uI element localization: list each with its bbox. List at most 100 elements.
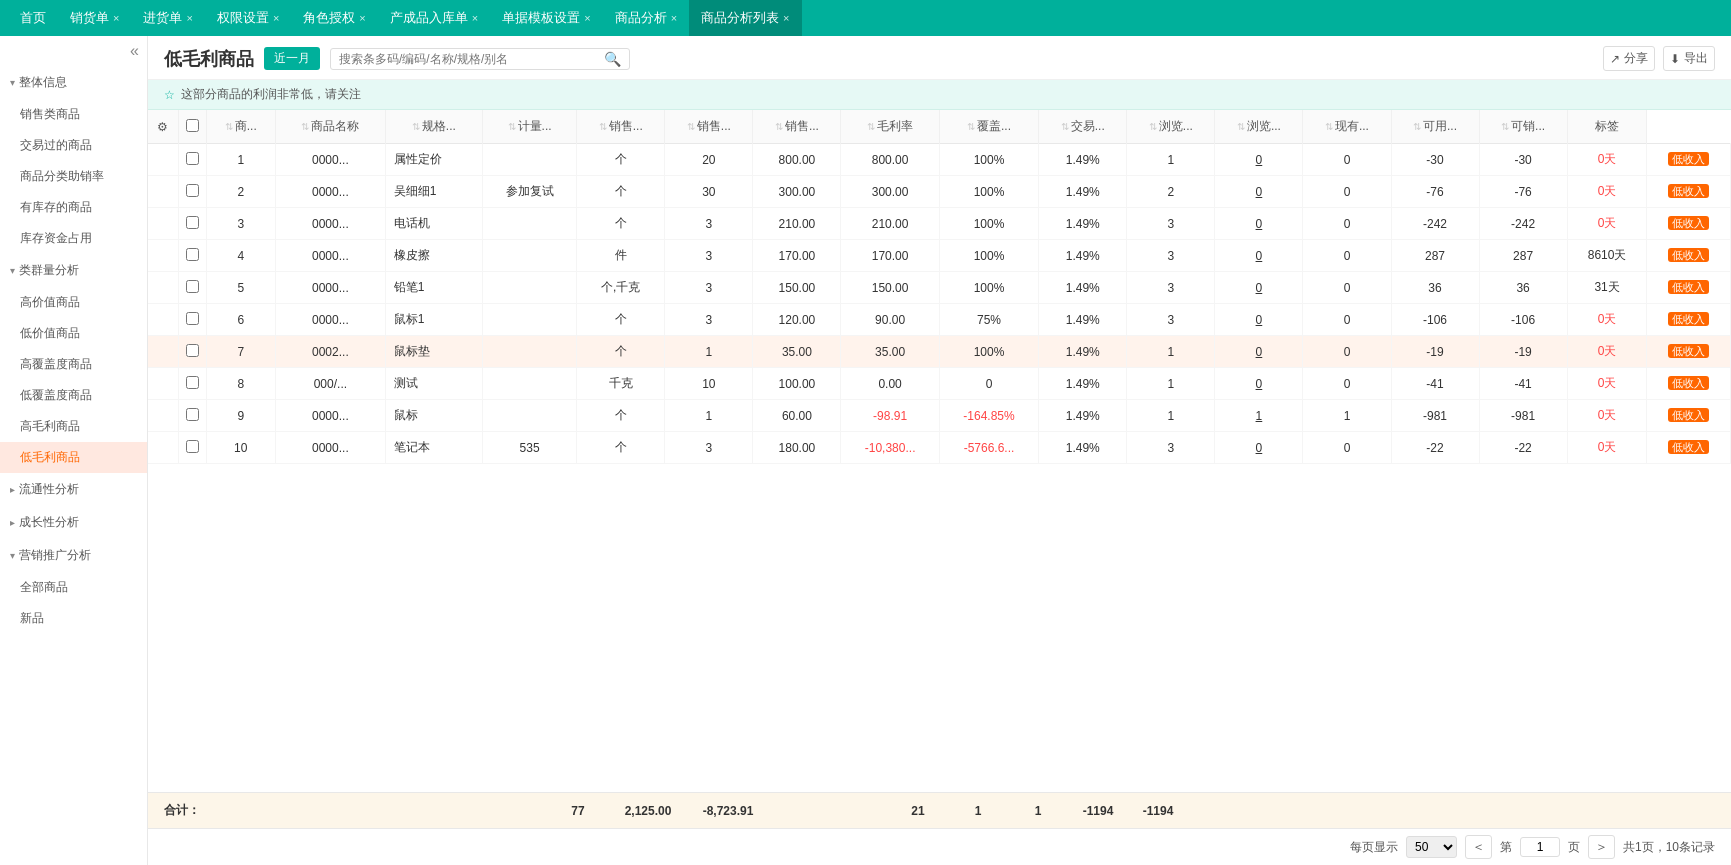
nav-product[interactable]: 产成品入库单 × — [378, 0, 490, 36]
row-browse1[interactable]: 0 — [1215, 272, 1303, 304]
share-btn[interactable]: ↗ 分享 — [1603, 46, 1655, 71]
sidebar-item-new-goods[interactable]: 新品 — [0, 603, 147, 634]
sidebar-item-category-rate[interactable]: 商品分类助销率 — [0, 161, 147, 192]
sidebar-item-low-coverage[interactable]: 低覆盖度商品 — [0, 380, 147, 411]
row-checkbox[interactable] — [178, 368, 206, 400]
row-settings — [148, 272, 178, 304]
nav-role[interactable]: 角色授权 × — [291, 0, 377, 36]
col-browse2[interactable]: ⇅浏览... — [1215, 110, 1303, 144]
row-checkbox[interactable] — [178, 144, 206, 176]
row-trade: 3 — [1127, 240, 1215, 272]
col-sales-amount[interactable]: ⇅销售... — [753, 110, 841, 144]
row-select-checkbox[interactable] — [186, 408, 199, 421]
nav-permission[interactable]: 权限设置 × — [205, 0, 291, 36]
col-sales-qty[interactable]: ⇅销售... — [577, 110, 665, 144]
nav-template[interactable]: 单据模板设置 × — [490, 0, 602, 36]
col-available[interactable]: ⇅可用... — [1391, 110, 1479, 144]
row-select-checkbox[interactable] — [186, 152, 199, 165]
col-gross-rate[interactable]: ⇅毛利率 — [841, 110, 939, 144]
nav-sales[interactable]: 销货单 × — [58, 0, 131, 36]
row-browse1[interactable]: 0 — [1215, 208, 1303, 240]
sidebar-group-cluster[interactable]: ▾ 类群量分析 — [0, 254, 147, 287]
filter-recent-month-btn[interactable]: 近一月 — [264, 47, 320, 70]
row-settings — [148, 304, 178, 336]
nav-product-close[interactable]: × — [472, 12, 478, 24]
nav-template-close[interactable]: × — [584, 12, 590, 24]
row-settings — [148, 240, 178, 272]
row-select-checkbox[interactable] — [186, 344, 199, 357]
row-coverage: 1.49% — [1039, 368, 1127, 400]
col-coverage[interactable]: ⇅覆盖... — [939, 110, 1038, 144]
nav-role-close[interactable]: × — [359, 12, 365, 24]
row-select-checkbox[interactable] — [186, 248, 199, 261]
sidebar-group-overall[interactable]: ▾ 整体信息 — [0, 66, 147, 99]
col-unit[interactable]: ⇅计量... — [483, 110, 577, 144]
sidebar-item-low-value[interactable]: 低价值商品 — [0, 318, 147, 349]
sidebar-collapse-btn[interactable]: « — [0, 36, 147, 66]
col-checkbox[interactable] — [178, 110, 206, 144]
col-name[interactable]: ⇅商品名称 — [276, 110, 386, 144]
page-input[interactable] — [1520, 837, 1560, 857]
table-wrapper[interactable]: ⚙ ⇅商... ⇅商品名称 ⇅规格... ⇅计量... ⇅销售... ⇅销售..… — [148, 110, 1731, 792]
sidebar-item-high-margin[interactable]: 高毛利商品 — [0, 411, 147, 442]
row-select-checkbox[interactable] — [186, 440, 199, 453]
col-code[interactable]: ⇅商... — [206, 110, 276, 144]
sidebar-item-low-margin[interactable]: 低毛利商品 — [0, 442, 147, 473]
row-checkbox[interactable] — [178, 304, 206, 336]
nav-sales-close[interactable]: × — [113, 12, 119, 24]
row-browse2: 0 — [1303, 368, 1391, 400]
nav-goods-list[interactable]: 商品分析列表 × — [689, 0, 801, 36]
sidebar-item-capital[interactable]: 库存资金占用 — [0, 223, 147, 254]
sidebar-item-high-value[interactable]: 高价值商品 — [0, 287, 147, 318]
row-browse1[interactable]: 1 — [1215, 400, 1303, 432]
row-browse1[interactable]: 0 — [1215, 368, 1303, 400]
nav-goods-list-close[interactable]: × — [783, 12, 789, 24]
sidebar-item-all-goods[interactable]: 全部商品 — [0, 572, 147, 603]
row-checkbox[interactable] — [178, 400, 206, 432]
row-checkbox[interactable] — [178, 432, 206, 464]
sidebar-item-sales-goods[interactable]: 销售类商品 — [0, 99, 147, 130]
row-checkbox[interactable] — [178, 176, 206, 208]
row-select-checkbox[interactable] — [186, 216, 199, 229]
col-browse1[interactable]: ⇅浏览... — [1127, 110, 1215, 144]
col-sales-price[interactable]: ⇅销售... — [665, 110, 753, 144]
sidebar-item-stocked-goods[interactable]: 有库存的商品 — [0, 192, 147, 223]
select-all-checkbox[interactable] — [186, 119, 199, 132]
col-current-stock[interactable]: ⇅现有... — [1303, 110, 1391, 144]
row-checkbox[interactable] — [178, 336, 206, 368]
row-browse1[interactable]: 0 — [1215, 304, 1303, 336]
row-select-checkbox[interactable] — [186, 184, 199, 197]
row-checkbox[interactable] — [178, 208, 206, 240]
next-page-btn[interactable]: ＞ — [1588, 835, 1615, 859]
row-checkbox[interactable] — [178, 272, 206, 304]
col-trade[interactable]: ⇅交易... — [1039, 110, 1127, 144]
prev-page-btn[interactable]: ＜ — [1465, 835, 1492, 859]
row-browse1[interactable]: 0 — [1215, 432, 1303, 464]
row-browse1[interactable]: 0 — [1215, 176, 1303, 208]
search-input[interactable] — [339, 52, 604, 66]
col-saleable[interactable]: ⇅可销... — [1479, 110, 1567, 144]
row-select-checkbox[interactable] — [186, 312, 199, 325]
row-browse1[interactable]: 0 — [1215, 336, 1303, 368]
row-select-checkbox[interactable] — [186, 280, 199, 293]
col-settings[interactable]: ⚙ — [148, 110, 178, 144]
sidebar-item-high-coverage[interactable]: 高覆盖度商品 — [0, 349, 147, 380]
row-browse1[interactable]: 0 — [1215, 144, 1303, 176]
export-btn[interactable]: ⬇ 导出 — [1663, 46, 1715, 71]
row-select-checkbox[interactable] — [186, 376, 199, 389]
nav-permission-close[interactable]: × — [273, 12, 279, 24]
nav-goods-analysis[interactable]: 商品分析 × — [603, 0, 689, 36]
row-browse1[interactable]: 0 — [1215, 240, 1303, 272]
nav-goods-analysis-close[interactable]: × — [671, 12, 677, 24]
sidebar-group-growth[interactable]: ▸ 成长性分析 — [0, 506, 147, 539]
col-spec[interactable]: ⇅规格... — [385, 110, 482, 144]
nav-purchase-close[interactable]: × — [186, 12, 192, 24]
nav-purchase[interactable]: 进货单 × — [131, 0, 204, 36]
sidebar-group-flow[interactable]: ▸ 流通性分析 — [0, 473, 147, 506]
sidebar-item-traded-goods[interactable]: 交易过的商品 — [0, 130, 147, 161]
row-unit: 个,千克 — [577, 272, 665, 304]
sidebar-group-marketing[interactable]: ▾ 营销推广分析 — [0, 539, 147, 572]
row-checkbox[interactable] — [178, 240, 206, 272]
per-page-select[interactable]: 50 20 100 — [1406, 836, 1457, 858]
nav-home[interactable]: 首页 — [8, 0, 58, 36]
